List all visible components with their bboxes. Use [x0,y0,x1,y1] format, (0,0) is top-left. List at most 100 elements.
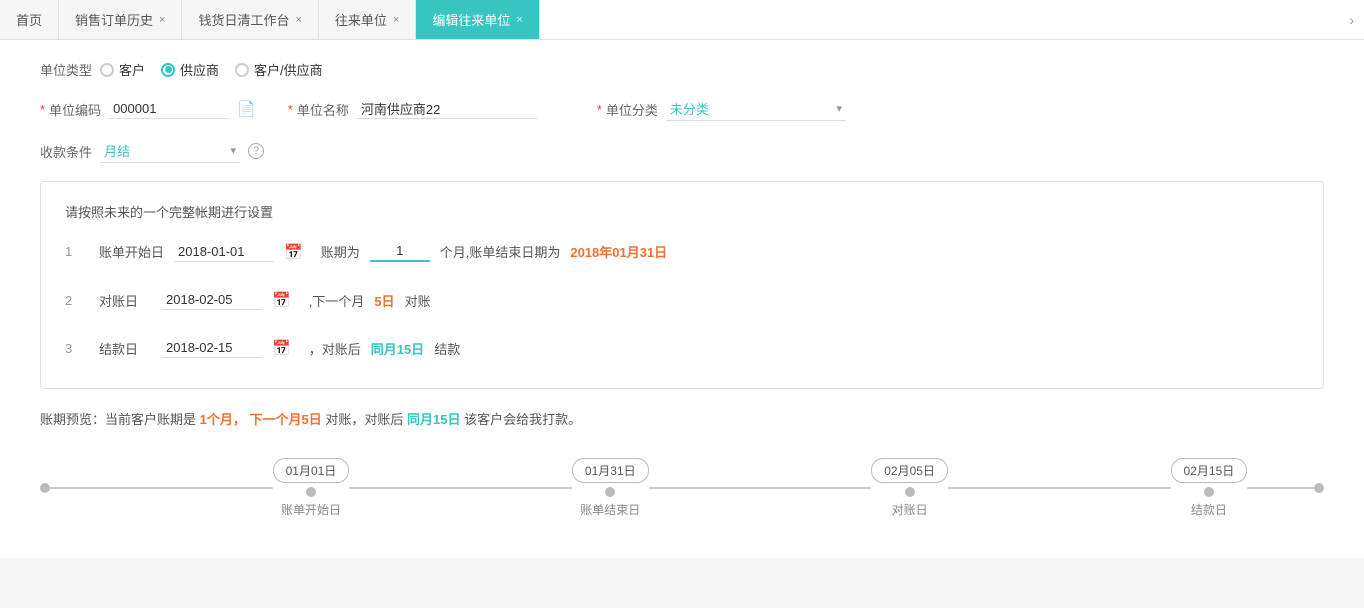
tab-sales-order-history[interactable]: 销售订单历史 × [59,0,182,39]
row1-desc-before: 账期为 [321,242,360,261]
timeline-node-3: 02月05日 对账日 [871,458,948,518]
reconcile-date-input[interactable] [162,290,262,310]
unit-category-select[interactable]: 未分类 ▾ [666,97,846,121]
tab-cash-ledger[interactable]: 钱货日清工作台 × [182,0,318,39]
timeline-label-4: 结款日 [1191,501,1227,518]
timeline-dot-2 [605,487,615,497]
main-content: 单位类型 客户 供应商 客户/供应商 * 单位编码 000001 📄 * 单位名… [0,40,1364,558]
unit-code-icon[interactable]: 📄 [237,100,256,118]
unit-info-row: * 单位编码 000001 📄 * 单位名称 河南供应商22 * 单位分类 未分… [40,97,1324,121]
timeline: 01月01日 账单开始日 01月31日 账单结束日 02月05日 对账日 [40,448,1324,538]
unit-name-input[interactable]: 河南供应商22 [357,99,537,119]
category-required: * [597,102,602,117]
row-num-1: 1 [65,244,89,259]
radio-both-label: 客户/供应商 [254,60,323,79]
timeline-pill-3: 02月05日 [871,458,948,483]
preview-part2: 下一个月5日 [250,412,322,427]
timeline-dot-3 [905,487,915,497]
unit-category-value: 未分类 [670,99,832,118]
preview-part1: 1个月， [200,412,246,427]
field-label-3: 结款日 [99,339,138,358]
payment-terms-value: 月结 [104,141,226,160]
settings-row-2: 2 对账日 📅 ,下一个月 5日 对账 [65,290,1299,310]
radio-supplier[interactable]: 供应商 [161,60,219,79]
category-dropdown-icon: ▾ [836,102,842,115]
tab-bar: 首页 销售订单历史 × 钱货日清工作台 × 往来单位 × 编辑往来单位 × › [0,0,1364,40]
timeline-node-1: 01月01日 账单开始日 [273,458,350,518]
radio-both[interactable]: 客户/供应商 [235,60,323,79]
radio-both-circle [235,63,249,77]
payment-terms-select[interactable]: 月结 ▾ [100,139,240,163]
timeline-line-5 [1247,487,1314,489]
tab-cash-close-icon[interactable]: × [295,14,301,26]
field-label-1: 账单开始日 [99,242,164,261]
settings-instruction: 请按照未来的一个完整帐期进行设置 [65,202,1299,221]
row1-desc-mid: 个月,账单结束日期为 [440,242,561,261]
unit-type-label: 单位类型 [40,60,92,79]
timeline-node-4: 02月15日 结款日 [1171,458,1248,518]
timeline-dot-1 [306,487,316,497]
unit-category-label: 单位分类 [606,100,658,119]
radio-supplier-circle [161,63,175,77]
tab-overflow-arrow[interactable]: › [1339,12,1364,28]
code-required: * [40,102,45,117]
preview-row: 账期预览：当前客户账期是 1个月， 下一个月5日 对账，对账后 同月15日 该客… [40,409,1324,428]
tab-partner-label: 往来单位 [335,10,387,29]
timeline-dot-4 [1204,487,1214,497]
row-num-3: 3 [65,341,89,356]
start-date-calendar-icon[interactable]: 📅 [284,243,303,261]
preview-part3: 对账，对账后 [325,412,403,427]
preview-part4: 同月15日 [407,412,460,427]
payment-terms-label: 收款条件 [40,142,92,161]
unit-type-radio-group: 客户 供应商 客户/供应商 [100,60,323,79]
timeline-pill-2: 01月31日 [572,458,649,483]
unit-code-input[interactable]: 000001 [109,99,229,119]
timeline-line-3 [649,487,872,489]
tab-partner-close-icon[interactable]: × [393,14,399,26]
row1-end-date: 2018年01月31日 [570,242,667,261]
unit-name-label: 单位名称 [297,100,349,119]
row3-highlight: 同月15日 [371,339,424,358]
timeline-right-dot [1314,483,1324,493]
radio-customer[interactable]: 客户 [100,60,145,79]
tab-home-label: 首页 [16,10,42,29]
tab-home[interactable]: 首页 [0,0,59,39]
tab-cash-label: 钱货日清工作台 [198,10,289,29]
radio-supplier-label: 供应商 [180,60,219,79]
field-label-2: 对账日 [99,291,138,310]
tab-partner-unit[interactable]: 往来单位 × [319,0,416,39]
timeline-node-2: 01月31日 账单结束日 [572,458,649,518]
reconcile-date-calendar-icon[interactable]: 📅 [272,291,291,309]
period-input[interactable] [370,241,430,262]
row-num-2: 2 [65,293,89,308]
row2-desc-prefix: ,下一个月 [309,291,365,310]
timeline-line-2 [349,487,572,489]
preview-part5: 该客户会给我打款。 [464,412,581,427]
row3-desc-suffix: 结款 [434,339,460,358]
payment-date-input[interactable] [162,338,262,358]
settings-row-3: 3 结款日 📅 ，对账后 同月15日 结款 [65,338,1299,358]
timeline-pill-1: 01月01日 [273,458,350,483]
tab-edit-partner[interactable]: 编辑往来单位 × [416,0,539,39]
timeline-label-2: 账单结束日 [580,501,640,518]
timeline-line-1 [50,487,273,489]
name-required: * [288,102,293,117]
timeline-pill-4: 02月15日 [1171,458,1248,483]
payment-terms-help-icon[interactable]: ? [248,143,264,159]
payment-terms-dropdown-icon: ▾ [230,144,236,157]
timeline-label-1: 账单开始日 [281,501,341,518]
preview-label: 账期预览：当前客户账期是 [40,412,196,427]
tab-sales-close-icon[interactable]: × [159,14,165,26]
tab-sales-label: 销售订单历史 [75,10,153,29]
timeline-line-4 [948,487,1171,489]
tab-edit-label: 编辑往来单位 [432,10,510,29]
payment-terms-row: 收款条件 月结 ▾ ? [40,139,1324,163]
settings-box: 请按照未来的一个完整帐期进行设置 1 账单开始日 📅 账期为 个月,账单结束日期… [40,181,1324,389]
payment-date-calendar-icon[interactable]: 📅 [272,339,291,357]
start-date-input[interactable] [174,242,274,262]
timeline-left-dot [40,483,50,493]
settings-row-1: 1 账单开始日 📅 账期为 个月,账单结束日期为 2018年01月31日 [65,241,1299,262]
timeline-label-3: 对账日 [892,501,928,518]
tab-edit-close-icon[interactable]: × [516,14,522,26]
row2-highlight: 5日 [374,291,394,310]
